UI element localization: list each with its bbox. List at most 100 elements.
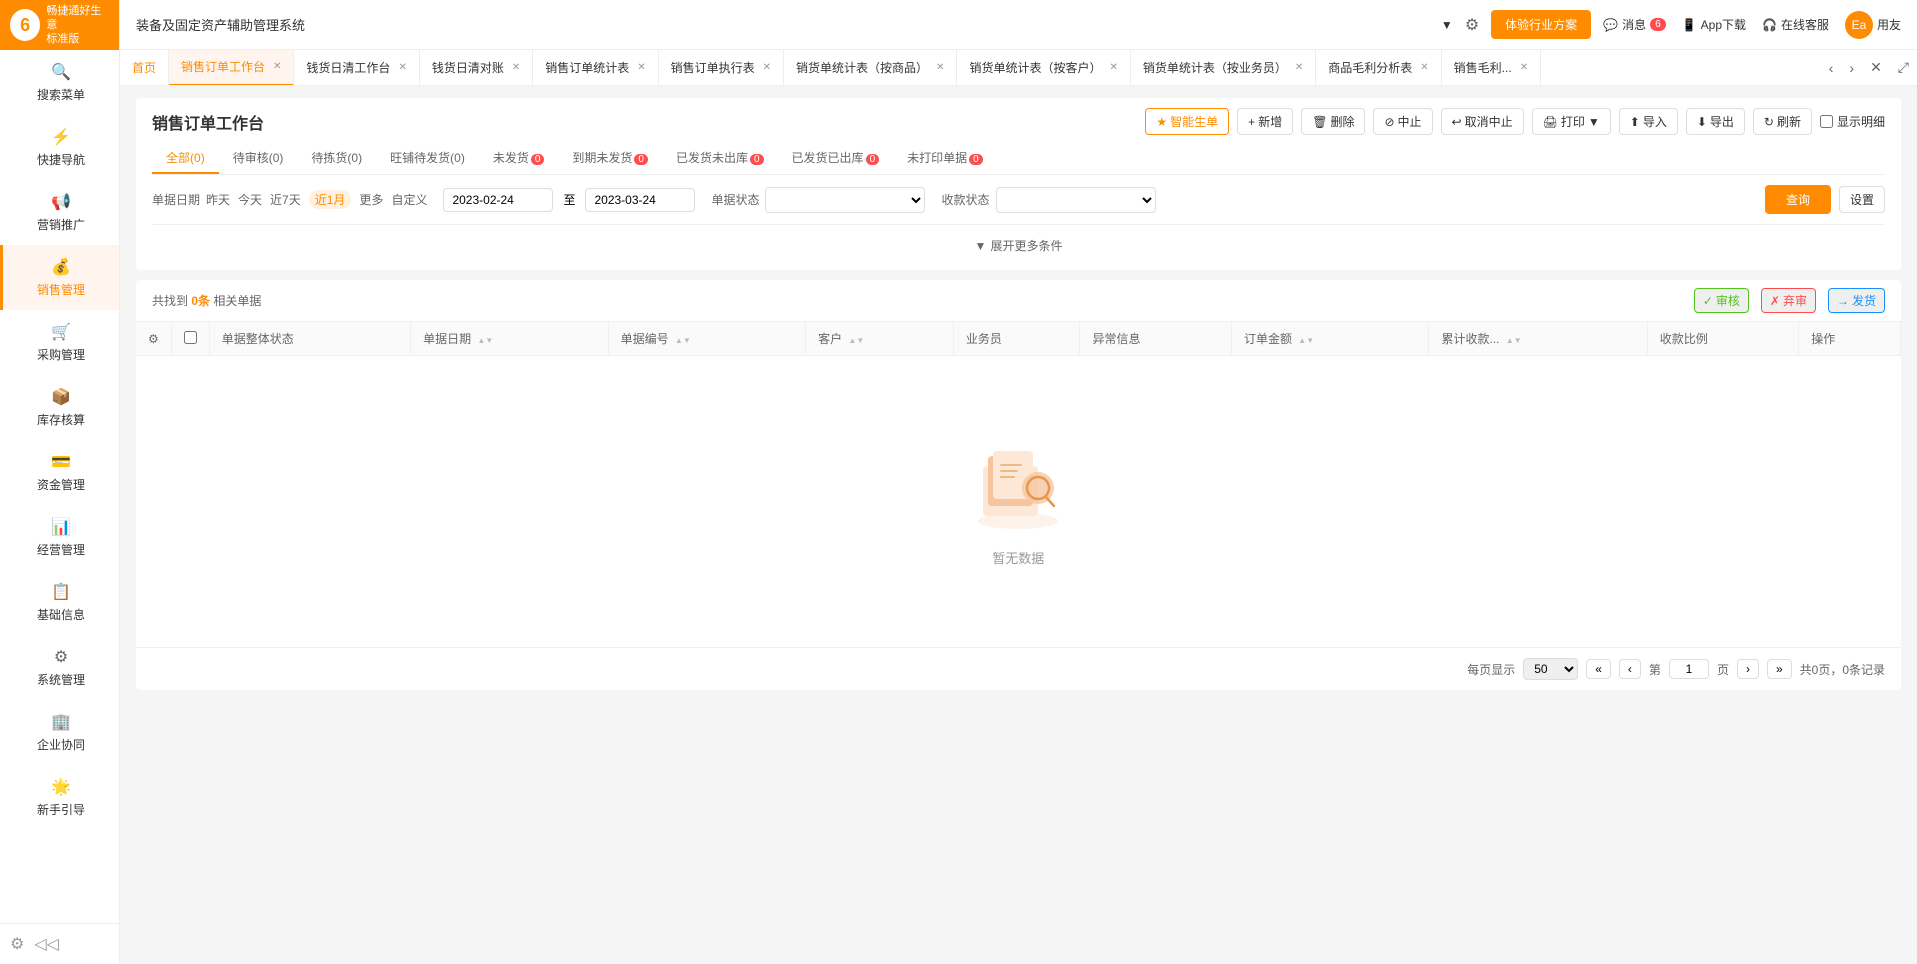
delete-btn[interactable]: 🗑 删除 — [1301, 108, 1365, 135]
filter-tabs: 全部(0) 待审核(0) 待拣货(0) 旺铺待发货(0) 未发货0 到期未发货0 — [152, 143, 1885, 175]
tab-sales-workbench[interactable]: 销售订单工作台 ✕ — [169, 50, 294, 86]
tab-sales-by-goods[interactable]: 销货单统计表（按商品） ✕ — [784, 50, 957, 86]
table-batch-actions: ✓ 审核 ✗ 弃审 → 发货 — [1694, 288, 1885, 313]
tab-close-sales-by-staff[interactable]: ✕ — [1295, 62, 1303, 73]
th-date[interactable]: 单据日期 ▲▼ — [411, 322, 609, 356]
filter-tab-pending-review[interactable]: 待审核(0) — [219, 143, 298, 174]
tab-sales-stat[interactable]: 销售订单统计表 ✕ — [533, 50, 658, 86]
batch-revoke-btn[interactable]: ✗ 弃审 — [1761, 288, 1816, 313]
settings-bottom-icon[interactable]: ⚙ — [10, 934, 24, 954]
online-service-btn[interactable]: 🎧 在线客服 — [1762, 16, 1829, 33]
filter-tab-not-printed[interactable]: 未打印单据0 — [893, 143, 997, 174]
sidebar-item-operations[interactable]: 📊 经营管理 — [0, 505, 119, 570]
date-opt-more[interactable]: 更多 — [359, 191, 383, 208]
collapse-icon[interactable]: ◁◁ — [34, 934, 59, 954]
message-btn[interactable]: 💬 消息 6 — [1603, 16, 1666, 33]
prev-page-btn[interactable]: ‹ — [1619, 659, 1641, 679]
app-download-btn[interactable]: 📱 App下载 — [1682, 16, 1746, 33]
tab-cash-daily[interactable]: 钱货日清工作台 ✕ — [294, 50, 419, 86]
date-opt-custom[interactable]: 自定义 — [391, 191, 427, 208]
tab-close-sales-exec[interactable]: ✕ — [763, 62, 771, 73]
sidebar-item-search[interactable]: 🔍 搜索菜单 — [0, 50, 119, 115]
tab-home[interactable]: 首页 — [120, 50, 169, 86]
expand-filter-btn[interactable]: ▼ 展开更多条件 — [965, 233, 1073, 258]
sidebar-item-system[interactable]: ⚙ 系统管理 — [0, 635, 119, 700]
th-amount[interactable]: 订单金额 ▲▼ — [1231, 322, 1429, 356]
date-to-input[interactable] — [585, 188, 695, 212]
tab-sales-by-staff[interactable]: 销货单统计表（按业务员） ✕ — [1131, 50, 1316, 86]
sidebar-item-inventory[interactable]: 📦 库存核算 — [0, 375, 119, 440]
filter-date-range-item: 至 — [443, 188, 695, 212]
first-page-btn[interactable]: « — [1586, 659, 1611, 679]
batch-ship-btn[interactable]: → 发货 — [1828, 288, 1885, 313]
th-settings[interactable]: ⚙ — [136, 322, 171, 356]
sidebar-item-purchase[interactable]: 🛒 采购管理 — [0, 310, 119, 375]
sidebar-item-guide[interactable]: 🌟 新手引导 — [0, 765, 119, 830]
refresh-btn[interactable]: ↻ 刷新 — [1753, 108, 1812, 135]
sidebar-item-marketing[interactable]: 📢 营销推广 — [0, 180, 119, 245]
print-btn[interactable]: 🖨 打印 ▼ — [1532, 108, 1611, 135]
sidebar-item-sales[interactable]: 💰 销售管理 — [0, 245, 119, 310]
filter-tab-all[interactable]: 全部(0) — [152, 143, 219, 174]
cancel-stop-btn[interactable]: ↩ 取消中止 — [1441, 108, 1524, 135]
tab-close-sales-workbench[interactable]: ✕ — [273, 61, 281, 72]
page-size-select[interactable]: 50 20 100 — [1523, 658, 1578, 680]
tab-close-gross-profit[interactable]: ✕ — [1420, 62, 1428, 73]
date-opt-1month[interactable]: 近1月 — [309, 190, 352, 209]
filter-tab-shipped-not-out[interactable]: 已发货未出库0 — [662, 143, 778, 174]
show-detail-checkbox[interactable] — [1820, 115, 1833, 128]
date-opt-today[interactable]: 今天 — [238, 191, 262, 208]
tab-sales-more[interactable]: 销售毛利... ✕ — [1442, 50, 1541, 86]
import-btn[interactable]: ⬆ 导入 — [1619, 108, 1678, 135]
tab-close-sales-by-customer[interactable]: ✕ — [1109, 62, 1117, 73]
filter-tab-shipped-out[interactable]: 已发货已出库0 — [778, 143, 894, 174]
stop-btn[interactable]: ⊘ 中止 — [1373, 108, 1432, 135]
th-received[interactable]: 累计收款... ▲▼ — [1429, 322, 1647, 356]
filter-tab-wangpu-ship[interactable]: 旺铺待发货(0) — [376, 143, 479, 174]
sidebar-item-finance[interactable]: 💳 资金管理 — [0, 440, 119, 505]
search-btn[interactable]: 查询 — [1765, 185, 1831, 214]
date-opt-7days[interactable]: 近7天 — [270, 191, 301, 208]
th-customer[interactable]: 客户 ▲▼ — [806, 322, 954, 356]
filter-settings-btn[interactable]: 设置 — [1839, 186, 1885, 213]
tab-expand-icon[interactable]: ⤢ — [1890, 59, 1917, 76]
add-btn[interactable]: + 新增 — [1237, 108, 1293, 135]
industry-solution-btn[interactable]: 体验行业方案 — [1491, 10, 1591, 39]
tab-close-cash-daily[interactable]: ✕ — [398, 62, 406, 73]
tab-close-all-icon[interactable]: ✕ — [1862, 59, 1890, 76]
sidebar-item-quick-nav[interactable]: ⚡ 快捷导航 — [0, 115, 119, 180]
date-from-input[interactable] — [443, 188, 553, 212]
date-opt-yesterday[interactable]: 昨天 — [206, 191, 230, 208]
select-all-checkbox[interactable] — [184, 331, 197, 344]
sidebar-item-basic-info[interactable]: 📋 基础信息 — [0, 570, 119, 635]
tab-close-sales-by-goods[interactable]: ✕ — [936, 62, 944, 73]
th-number[interactable]: 单据编号 ▲▼ — [608, 322, 806, 356]
status-select[interactable] — [765, 187, 925, 213]
tab-close-sales-more[interactable]: ✕ — [1520, 62, 1528, 73]
topbar-gear-icon[interactable]: ⚙ — [1465, 15, 1479, 35]
tab-nav-right-icon[interactable]: › — [1841, 60, 1862, 76]
last-page-btn[interactable]: » — [1767, 659, 1792, 679]
tab-close-sales-stat[interactable]: ✕ — [637, 62, 645, 73]
system-dropdown[interactable]: ▼ — [1441, 18, 1453, 32]
show-detail-label[interactable]: 显示明细 — [1820, 113, 1885, 130]
tab-close-cash-reconcile[interactable]: ✕ — [512, 62, 520, 73]
filter-tab-overdue-ship[interactable]: 到期未发货0 — [558, 143, 662, 174]
tab-nav-left-icon[interactable]: ‹ — [1821, 60, 1842, 76]
sidebar-item-enterprise[interactable]: 🏢 企业协同 — [0, 700, 119, 765]
filter-tab-not-shipped[interactable]: 未发货0 — [479, 143, 559, 174]
tab-cash-reconcile[interactable]: 钱货日清对账 ✕ — [420, 50, 533, 86]
next-page-btn[interactable]: › — [1737, 659, 1759, 679]
page-number-input[interactable] — [1669, 659, 1709, 679]
tab-sales-exec[interactable]: 销售订单执行表 ✕ — [659, 50, 784, 86]
smart-create-btn[interactable]: ★ 智能生单 — [1145, 108, 1229, 135]
export-btn[interactable]: ⬇ 导出 — [1686, 108, 1745, 135]
tab-sales-by-customer[interactable]: 销货单统计表（按客户） ✕ — [957, 50, 1130, 86]
tab-gross-profit[interactable]: 商品毛利分析表 ✕ — [1316, 50, 1441, 86]
date-sort-icon: ▲▼ — [477, 336, 493, 345]
payment-select[interactable] — [996, 187, 1156, 213]
th-checkbox[interactable] — [171, 322, 209, 356]
user-menu-btn[interactable]: Ea 用友 — [1845, 11, 1901, 39]
batch-approve-btn[interactable]: ✓ 审核 — [1694, 288, 1749, 313]
filter-tab-pending-inspect[interactable]: 待拣货(0) — [297, 143, 376, 174]
